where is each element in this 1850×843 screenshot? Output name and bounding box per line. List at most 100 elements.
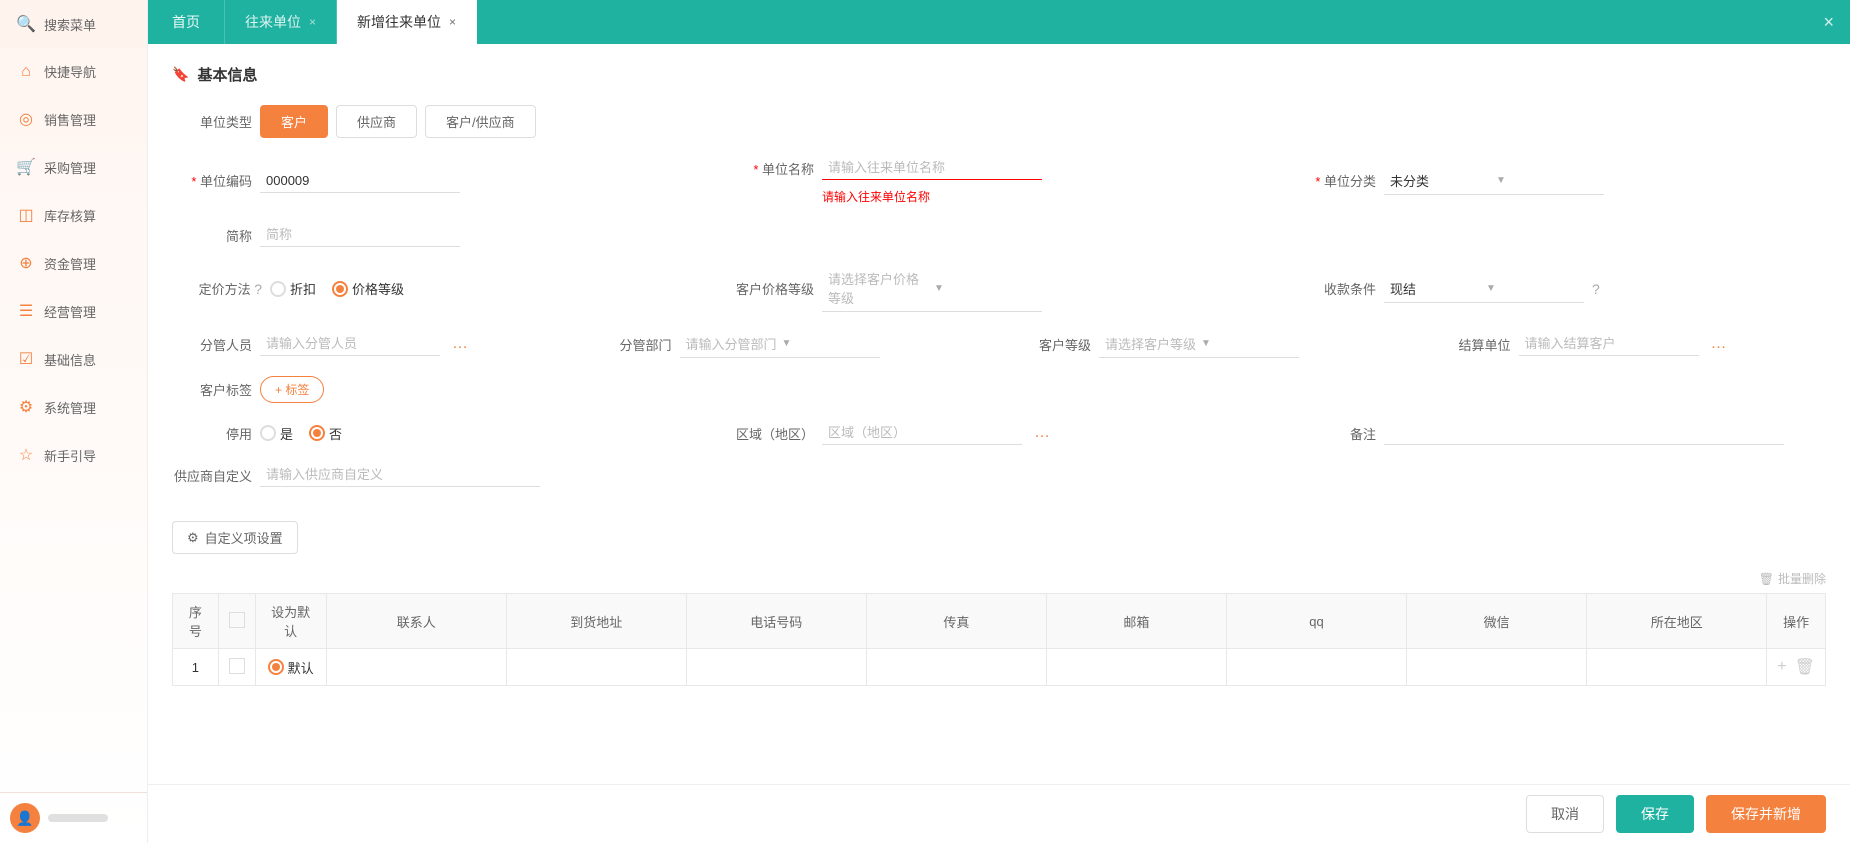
col-index: 序号 [173,594,219,649]
sidebar-item-inventory[interactable]: ◫ 库存核算 [0,191,147,239]
row-default-radio[interactable]: 默认 [266,658,316,677]
address-input[interactable] [517,660,676,675]
row-fax[interactable] [866,649,1046,686]
row-select-checkbox[interactable] [229,658,245,674]
add-row-button[interactable]: + [1777,658,1786,676]
row-contact[interactable] [326,649,506,686]
row-qq[interactable] [1226,649,1406,686]
save-button[interactable]: 保存 [1616,795,1694,833]
row-wechat[interactable] [1407,649,1587,686]
sidebar-item-purchase[interactable]: 🛒 采购管理 [0,143,147,191]
payment-help-icon[interactable]: ? [1592,281,1600,297]
tab-units[interactable]: 往来单位 × [225,0,337,44]
region-label: 区域（地区） [734,424,814,443]
unit-code-input[interactable] [260,169,460,193]
row-region[interactable] [1587,649,1767,686]
manager-input[interactable] [260,332,440,356]
save-new-button[interactable]: 保存并新增 [1706,795,1826,833]
row-actions: + 🗑 [1767,649,1826,686]
tab-new-unit[interactable]: 新增往来单位 × [337,0,477,44]
customer-price-level-select[interactable]: 请选择客户价格等级 ▼ [822,265,1042,312]
supplier-custom-input[interactable] [260,463,540,487]
disable-no[interactable]: 否 [309,424,342,443]
add-tag-button[interactable]: + 标签 [260,376,324,403]
tab-home[interactable]: 首页 [148,0,225,44]
info-icon: ☑ [16,349,36,369]
table-header-row: 🗑 批量删除 [172,570,1826,587]
region-more-icon[interactable]: … [1030,424,1054,442]
sidebar-item-quicknav[interactable]: ⌂ 快捷导航 [0,48,147,95]
settlement-more-icon[interactable]: … [1707,335,1731,353]
contact-table-section: 🗑 批量删除 序号 设为默认 联系人 到货地址 电话号码 传真 邮箱 qq [172,570,1826,686]
remark-input[interactable] [1384,421,1784,445]
contact-input[interactable] [337,660,496,675]
table-header: 序号 设为默认 联系人 到货地址 电话号码 传真 邮箱 qq 微信 所在地区 操… [173,594,1826,649]
disable-yes[interactable]: 是 [260,424,293,443]
search-icon: 🔍 [16,14,36,34]
phone-input[interactable] [697,660,856,675]
qq-input[interactable] [1237,660,1396,675]
region-input[interactable] [822,421,1022,445]
short-name-row: 简称 [172,223,1826,247]
content-area: 🔖 基本信息 单位类型 客户 供应商 客户/供应商 单位编码 [148,44,1850,784]
row-email[interactable] [1046,649,1226,686]
unit-btn-customer[interactable]: 客户 [260,105,328,138]
remark-field: 备注 [1296,421,1826,445]
chevron-down-icon-3: ▼ [1486,283,1578,294]
disable-row: 停用 是 否 区域（地区） … [172,421,1826,445]
money-icon: ⊕ [16,253,36,273]
fax-input[interactable] [877,660,1036,675]
tabbar-close-button[interactable]: × [1807,12,1850,33]
payment-terms-select[interactable]: 现结 ▼ [1384,275,1584,303]
unit-type-label: 单位类型 [172,112,252,131]
unit-btn-both[interactable]: 客户/供应商 [425,105,536,138]
select-all-checkbox[interactable] [229,612,245,628]
sidebar-item-search[interactable]: 🔍 搜索菜单 [0,0,147,48]
unit-category-select[interactable]: 未分类 ▼ [1384,167,1604,195]
customer-level-select[interactable]: 请选择客户等级 ▼ [1099,330,1299,358]
unit-btn-supplier[interactable]: 供应商 [336,105,417,138]
disable-radio-group: 是 否 [260,424,342,443]
sidebar-item-operations[interactable]: ☰ 经营管理 [0,287,147,335]
email-input[interactable] [1057,660,1216,675]
sidebar-item-system[interactable]: ⚙ 系统管理 [0,383,147,431]
radio-yes-circle [260,425,276,441]
sidebar-item-newbie[interactable]: ☆ 新手引导 [0,431,147,479]
close-new-unit-tab[interactable]: × [449,15,456,29]
star-icon: ☆ [16,445,36,465]
close-units-tab[interactable]: × [309,15,316,29]
wechat-input[interactable] [1417,660,1576,675]
delete-row-button[interactable]: 🗑 [1795,657,1815,677]
col-phone: 电话号码 [686,594,866,649]
pricing-level[interactable]: 价格等级 [332,279,404,298]
unit-category-field: 单位分类 未分类 ▼ [1296,167,1826,195]
batch-delete-button[interactable]: 🗑 批量删除 [1759,570,1826,587]
tags-field: 客户标签 + 标签 [172,376,1826,403]
short-name-input[interactable] [260,223,460,247]
manager-row: 分管人员 … 分管部门 请输入分管部门 ▼ 客户等级 请选择客户等级 ▼ [172,330,1826,358]
pricing-method-label: 定价方法 ? [172,279,262,298]
manager-more-icon[interactable]: … [448,335,472,353]
settlement-unit-input[interactable] [1519,332,1699,356]
pricing-method-field: 定价方法 ? 折扣 价格等级 [172,279,702,298]
sidebar-item-sales[interactable]: ◎ 销售管理 [0,95,147,143]
region-field: 区域（地区） … [734,421,1264,445]
default-label: 默认 [288,658,314,677]
row-address[interactable] [506,649,686,686]
customer-price-level-field: 客户价格等级 请选择客户价格等级 ▼ [734,265,1264,312]
sidebar-item-basic[interactable]: ☑ 基础信息 [0,335,147,383]
pricing-discount[interactable]: 折扣 [270,279,316,298]
sidebar-item-finance[interactable]: ⊕ 资金管理 [0,239,147,287]
col-wechat: 微信 [1407,594,1587,649]
region-row-input[interactable] [1597,660,1756,675]
unit-code-field: 单位编码 [172,169,702,193]
row-phone[interactable] [686,649,866,686]
cancel-button[interactable]: 取消 [1526,795,1604,833]
row-index: 1 [173,649,219,686]
help-icon[interactable]: ? [254,281,262,297]
unit-name-input[interactable] [822,156,1042,180]
department-select[interactable]: 请输入分管部门 ▼ [680,330,880,358]
settlement-unit-field: 结算单位 … [1431,332,1827,356]
chevron-down-icon-4: ▼ [782,338,874,349]
custom-settings-button[interactable]: ⚙ 自定义项设置 [172,521,298,554]
